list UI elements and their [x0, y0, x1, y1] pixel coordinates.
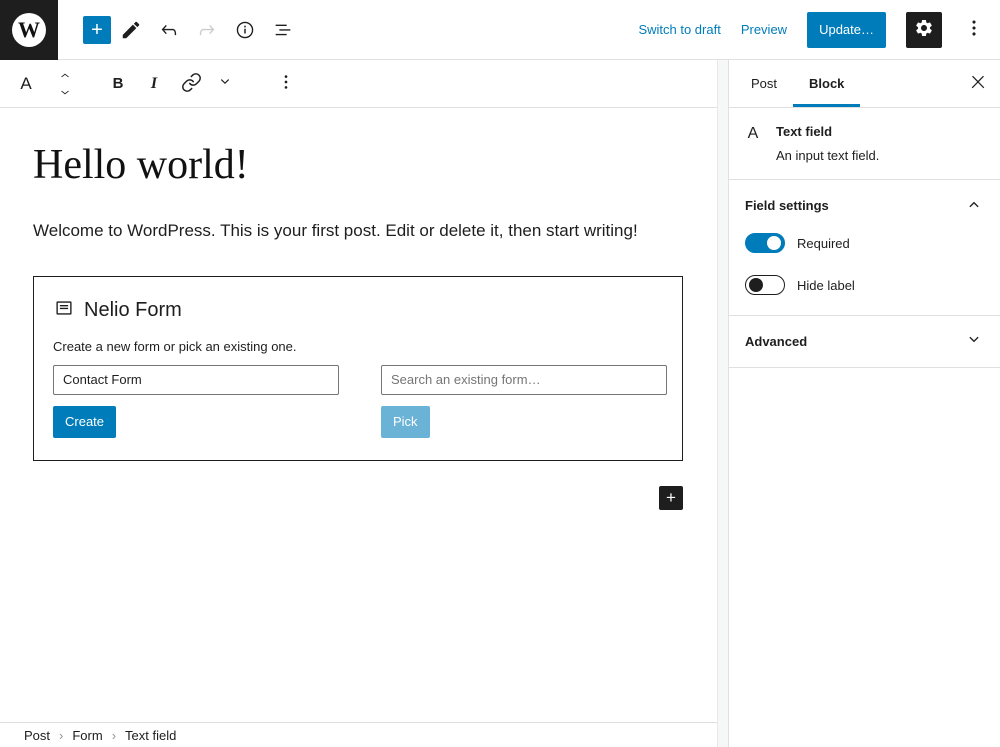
list-view-button[interactable]	[265, 12, 301, 48]
more-formatting-dropdown[interactable]	[210, 60, 240, 108]
tab-post[interactable]: Post	[735, 60, 793, 107]
switch-to-draft-button[interactable]: Switch to draft	[638, 22, 720, 37]
breadcrumb-text-field[interactable]: Text field	[125, 728, 176, 743]
editor-scrollbar[interactable]	[717, 60, 729, 747]
move-up-button[interactable]	[57, 68, 73, 84]
wordpress-logo-button[interactable]: W	[0, 0, 58, 60]
hide-label-toggle-row: Hide label	[745, 275, 984, 295]
post-canvas: Hello world! Welcome to WordPress. This …	[0, 108, 717, 722]
form-icon	[53, 297, 75, 324]
required-toggle-row: Required	[745, 233, 984, 253]
block-mover	[48, 60, 82, 108]
chevron-down-icon	[964, 330, 984, 353]
create-form-button[interactable]: Create	[53, 405, 117, 438]
link-button[interactable]	[172, 60, 210, 108]
settings-sidebar: Post Block A Text field An input text fi…	[729, 60, 1000, 747]
editor-body: A B I Hello world! Welcome to WordPress.…	[0, 60, 1000, 747]
preview-button[interactable]: Preview	[741, 22, 787, 37]
edit-mode-button[interactable]	[113, 12, 149, 48]
close-sidebar-button[interactable]	[956, 60, 1000, 107]
block-appender-row: +	[33, 485, 683, 510]
required-toggle-label: Required	[797, 235, 850, 251]
nelio-form-block[interactable]: Nelio Form Create a new form or pick an …	[33, 275, 683, 461]
field-settings-content: Required Hide label	[729, 231, 1000, 315]
wordpress-editor: W + Switch to draft Preview Update… A B …	[0, 0, 1000, 747]
link-icon	[181, 72, 202, 96]
post-title[interactable]: Hello world!	[33, 141, 717, 189]
nelio-form-body: Create Pick	[53, 364, 667, 438]
block-card-description: An input text field.	[776, 148, 880, 163]
chevron-right-icon: ›	[111, 727, 117, 743]
undo-icon	[158, 19, 180, 41]
chevron-down-icon	[216, 73, 234, 94]
toggle-knob	[749, 278, 763, 292]
redo-button[interactable]	[189, 12, 225, 48]
nelio-form-title: Nelio Form	[84, 298, 182, 321]
advanced-panel-header[interactable]: Advanced	[729, 316, 1000, 367]
vertical-ellipsis-icon	[276, 72, 296, 95]
advanced-panel: Advanced	[729, 316, 1000, 368]
redo-icon	[196, 19, 218, 41]
plus-icon: +	[91, 18, 103, 41]
block-card: A Text field An input text field.	[729, 108, 1000, 180]
list-view-icon	[272, 19, 294, 41]
text-field-block-icon: A	[747, 125, 759, 142]
text-field-block-icon: A	[20, 73, 32, 93]
sidebar-tabs: Post Block	[729, 60, 1000, 108]
plus-icon: +	[666, 488, 676, 508]
field-settings-panel-header[interactable]: Field settings	[729, 180, 1000, 231]
block-type-button[interactable]: A	[4, 60, 48, 108]
block-inserter-button[interactable]: +	[83, 15, 111, 44]
undo-button[interactable]	[151, 12, 187, 48]
top-bar: W + Switch to draft Preview Update…	[0, 0, 1000, 60]
chevron-up-icon	[57, 69, 73, 83]
update-button[interactable]: Update…	[807, 11, 886, 48]
info-icon	[234, 19, 256, 41]
editor-column: A B I Hello world! Welcome to WordPress.…	[0, 60, 717, 747]
pick-form-button[interactable]: Pick	[381, 405, 430, 438]
chevron-down-icon	[57, 85, 73, 99]
details-button[interactable]	[227, 12, 263, 48]
hide-label-toggle-label: Hide label	[797, 277, 855, 293]
block-options-button[interactable]	[266, 60, 306, 108]
block-card-title: Text field	[776, 124, 833, 139]
move-down-button[interactable]	[57, 84, 73, 100]
nelio-form-description: Create a new form or pick an existing on…	[53, 338, 297, 354]
block-toolbar: A B I	[0, 60, 717, 108]
gear-icon	[914, 18, 934, 41]
bold-button[interactable]: B	[100, 60, 136, 108]
chevron-right-icon: ›	[59, 727, 64, 743]
new-form-column: Create	[53, 364, 339, 438]
post-paragraph[interactable]: Welcome to WordPress. This is your first…	[33, 217, 665, 246]
panel-title: Field settings	[745, 198, 829, 213]
italic-button[interactable]: I	[136, 60, 172, 108]
close-icon	[968, 72, 988, 95]
tab-block[interactable]: Block	[793, 60, 860, 107]
form-name-input[interactable]	[53, 364, 339, 395]
vertical-ellipsis-icon	[963, 17, 985, 42]
hide-label-toggle[interactable]	[745, 275, 785, 295]
breadcrumb-form[interactable]: Form	[72, 728, 102, 743]
field-settings-panel: Field settings Required Hide label	[729, 180, 1000, 316]
existing-form-column: Pick	[381, 364, 667, 438]
pencil-icon	[120, 19, 142, 41]
settings-button[interactable]	[906, 11, 942, 48]
add-block-button[interactable]: +	[659, 485, 683, 510]
top-bar-right: Switch to draft Preview Update…	[638, 11, 1000, 48]
nelio-form-header: Nelio Form	[53, 297, 663, 324]
panel-title: Advanced	[745, 334, 808, 349]
chevron-up-icon	[964, 194, 984, 217]
breadcrumb: Post › Form › Text field	[0, 722, 717, 747]
options-menu-button[interactable]	[962, 12, 986, 48]
toggle-knob	[767, 236, 781, 250]
wordpress-logo-icon: W	[12, 12, 46, 47]
required-toggle[interactable]	[745, 233, 785, 253]
breadcrumb-post[interactable]: Post	[24, 728, 50, 743]
search-form-input[interactable]	[381, 364, 667, 395]
block-card-text: Text field An input text field.	[776, 124, 879, 163]
